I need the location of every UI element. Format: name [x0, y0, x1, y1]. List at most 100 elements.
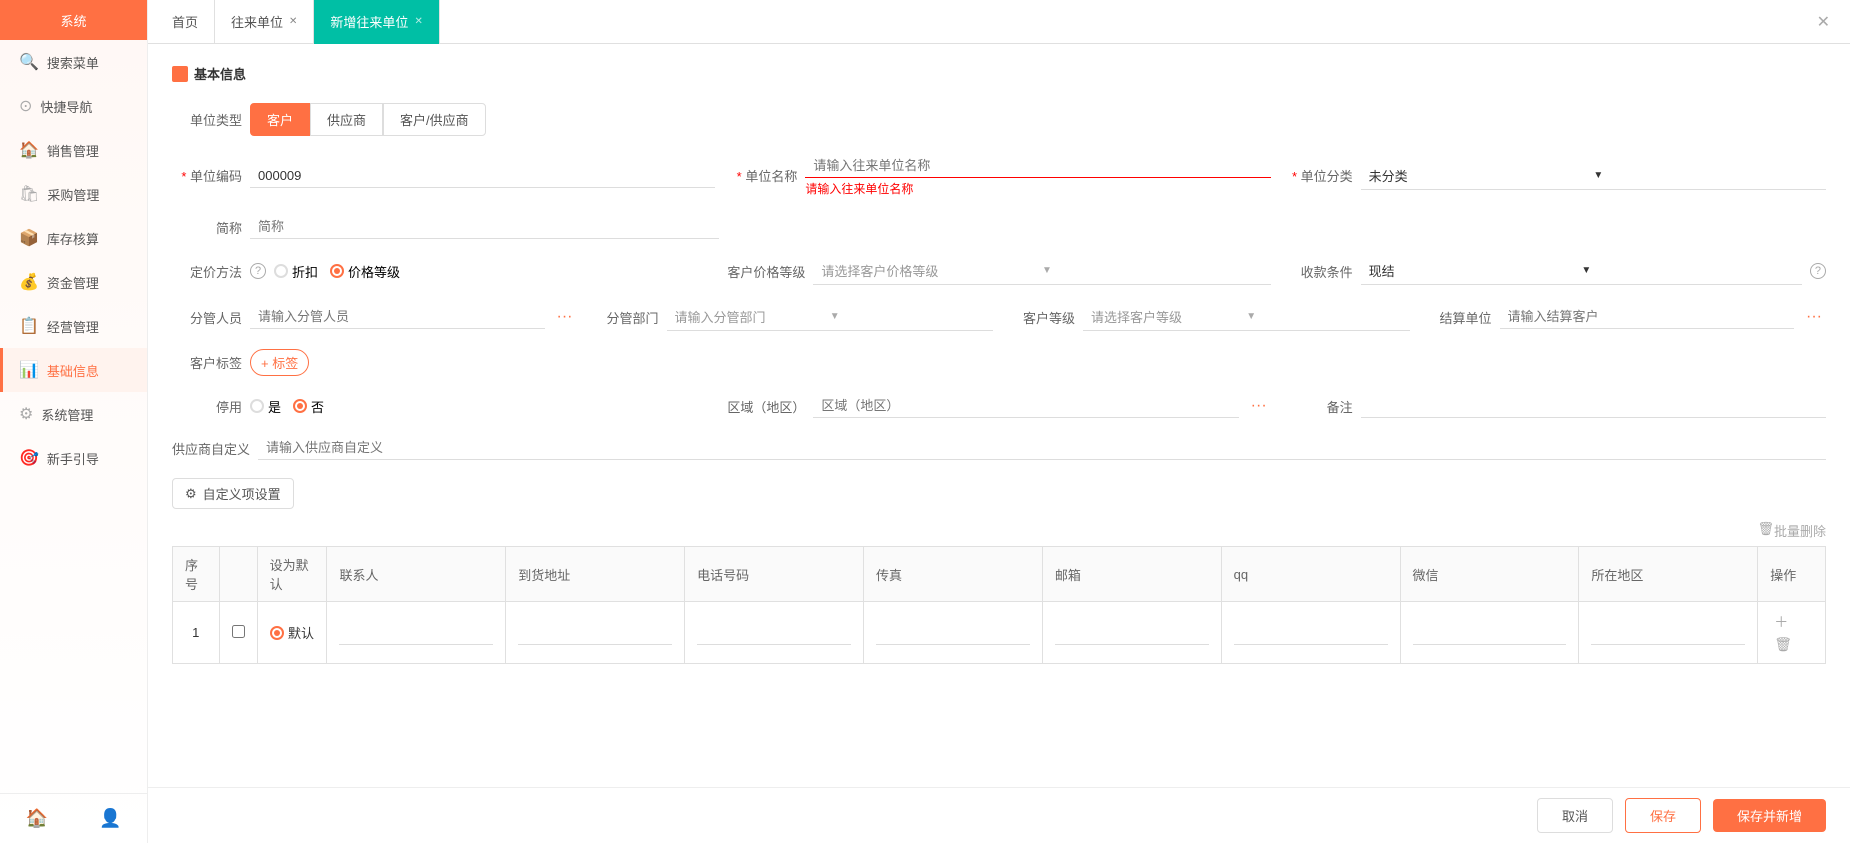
radio-price-level[interactable]: 价格等级 — [330, 262, 400, 281]
fax-input[interactable] — [876, 621, 1030, 645]
sidebar-item-base-info[interactable]: 📊 基础信息 — [0, 348, 147, 392]
region-input[interactable] — [813, 394, 1238, 418]
cell-wechat[interactable] — [1400, 602, 1579, 664]
supplier-custom-item: 供应商自定义 — [172, 436, 1826, 460]
tab-new-partner-close[interactable]: ✕ — [414, 16, 422, 27]
sidebar-item-guide[interactable]: 🎯 新手引导 — [0, 436, 147, 480]
cell-email[interactable] — [1042, 602, 1221, 664]
qq-input[interactable] — [1234, 621, 1388, 645]
settlement-unit-input[interactable] — [1500, 305, 1795, 329]
sidebar-bottom-home[interactable]: 🏠 — [0, 802, 74, 835]
wechat-input[interactable] — [1413, 621, 1567, 645]
cancel-button[interactable]: 取消 — [1537, 798, 1613, 833]
tab-close-all[interactable]: ✕ — [1805, 12, 1842, 32]
unit-type-label: 单位类型 — [172, 110, 242, 129]
add-tag-button[interactable]: + 标签 — [250, 349, 309, 376]
region-label: 区域（地区） — [727, 397, 805, 416]
cell-contact[interactable] — [327, 602, 506, 664]
manager-row: 分管人员 ··· 分管部门 请输入分管部门 ▼ 客户等级 请选择客户等级 ▼ 结… — [172, 303, 1826, 331]
cell-qq[interactable] — [1221, 602, 1400, 664]
default-radio[interactable]: 默认 — [270, 623, 315, 642]
phone-input[interactable] — [697, 621, 851, 645]
save-new-button[interactable]: 保存并新增 — [1713, 799, 1826, 832]
manager-dots-button[interactable]: ··· — [553, 308, 577, 326]
customer-price-level-placeholder: 请选择客户价格等级 — [821, 261, 1042, 280]
row-add-button[interactable]: ＋ — [1770, 610, 1792, 634]
tab-partner-close[interactable]: ✕ — [289, 16, 297, 27]
sidebar-item-purchase[interactable]: 🛍 采购管理 — [0, 172, 147, 216]
row-checkbox[interactable] — [232, 625, 245, 638]
dept-select[interactable]: 请输入分管部门 ▼ — [667, 303, 994, 331]
dept-item: 分管部门 请输入分管部门 ▼ — [589, 303, 994, 331]
sidebar-item-finance[interactable]: 💰 资金管理 — [0, 260, 147, 304]
sidebar-logo: 系统 — [0, 0, 147, 40]
batch-delete-button[interactable]: 🗑 批量删除 — [172, 521, 1826, 540]
radio-disabled-no[interactable]: 否 — [293, 397, 324, 416]
radio-yes-label: 是 — [268, 397, 281, 416]
customer-price-level-label: 客户价格等级 — [727, 262, 805, 281]
radio-disabled-yes[interactable]: 是 — [250, 397, 281, 416]
unit-code-row: 单位编码 单位名称 请输入往来单位名称 单位分类 未分类 ▼ — [172, 154, 1826, 197]
custom-settings-button[interactable]: ⚙ 自定义项设置 — [172, 478, 294, 509]
unit-code-input[interactable] — [250, 164, 715, 188]
supplier-custom-label: 供应商自定义 — [172, 439, 250, 458]
sidebar-item-quick-nav[interactable]: ⊙ 快捷导航 — [0, 84, 147, 128]
type-btn-supplier[interactable]: 供应商 — [310, 103, 383, 136]
cell-region[interactable] — [1579, 602, 1758, 664]
cell-address[interactable] — [506, 602, 685, 664]
payment-terms-help-icon[interactable]: ? — [1810, 263, 1826, 279]
tab-new-partner[interactable]: 新增往来单位 ✕ — [314, 0, 439, 44]
col-phone: 电话号码 — [685, 547, 864, 602]
customer-level-select[interactable]: 请选择客户等级 ▼ — [1083, 303, 1410, 331]
sidebar-item-system[interactable]: ⚙ 系统管理 — [0, 392, 147, 436]
tab-bar: 首页 往来单位 ✕ 新增往来单位 ✕ ✕ — [148, 0, 1850, 44]
type-btn-both[interactable]: 客户/供应商 — [383, 103, 486, 136]
payment-terms-select[interactable]: 现结 ▼ — [1361, 257, 1802, 285]
radio-discount[interactable]: 折扣 — [274, 262, 318, 281]
base-info-icon: 📊 — [19, 360, 39, 380]
type-btn-customer[interactable]: 客户 — [250, 103, 310, 136]
manager-label: 分管人员 — [172, 308, 242, 327]
unit-category-select[interactable]: 未分类 ▼ — [1361, 162, 1826, 190]
contact-input[interactable] — [339, 621, 493, 645]
footer: 取消 保存 保存并新增 — [148, 787, 1850, 843]
chevron-down-icon-3: ▼ — [1581, 265, 1794, 276]
remark-input[interactable] — [1361, 394, 1826, 418]
unit-name-item: 单位名称 请输入往来单位名称 — [727, 154, 1270, 197]
disabled-item: 停用 是 否 — [172, 397, 715, 416]
short-name-item: 简称 — [172, 215, 719, 239]
gear-icon: ⚙ — [185, 486, 197, 502]
unit-name-input[interactable] — [805, 154, 1270, 178]
cell-default[interactable]: 默认 — [257, 602, 327, 664]
save-button[interactable]: 保存 — [1625, 798, 1701, 833]
cell-seq: 1 — [173, 602, 220, 664]
radio-no-label: 否 — [311, 397, 324, 416]
customer-price-level-select[interactable]: 请选择客户价格等级 ▼ — [813, 257, 1270, 285]
tab-partner[interactable]: 往来单位 ✕ — [215, 0, 314, 44]
sidebar-item-search[interactable]: 🔍 搜索菜单 — [0, 40, 147, 84]
manager-input[interactable] — [250, 305, 545, 329]
cell-phone[interactable] — [685, 602, 864, 664]
address-input[interactable] — [518, 621, 672, 645]
search-icon: 🔍 — [19, 52, 39, 72]
short-name-input[interactable] — [250, 215, 719, 239]
sidebar-item-inventory[interactable]: 📦 库存核算 — [0, 216, 147, 260]
email-input[interactable] — [1055, 621, 1209, 645]
sidebar-item-sales[interactable]: 🏠 销售管理 — [0, 128, 147, 172]
region-table-input[interactable] — [1591, 621, 1745, 645]
region-dots-button[interactable]: ··· — [1247, 397, 1271, 415]
sidebar-item-label: 销售管理 — [47, 141, 99, 160]
tab-home[interactable]: 首页 — [156, 0, 215, 44]
sidebar-item-operations[interactable]: 📋 经营管理 — [0, 304, 147, 348]
cell-checkbox[interactable] — [219, 602, 257, 664]
remark-item: 备注 — [1283, 394, 1826, 418]
sidebar-bottom-user[interactable]: 👤 — [74, 802, 148, 835]
pricing-help-icon[interactable]: ? — [250, 263, 266, 279]
cell-fax[interactable] — [863, 602, 1042, 664]
row-delete-button[interactable]: 🗑 — [1770, 634, 1796, 655]
sales-icon: 🏠 — [19, 140, 39, 160]
disabled-label: 停用 — [172, 397, 242, 416]
settlement-unit-dots-button[interactable]: ··· — [1802, 308, 1826, 326]
supplier-custom-input[interactable] — [258, 436, 1826, 460]
customer-tag-item: 客户标签 + 标签 — [172, 349, 1826, 376]
